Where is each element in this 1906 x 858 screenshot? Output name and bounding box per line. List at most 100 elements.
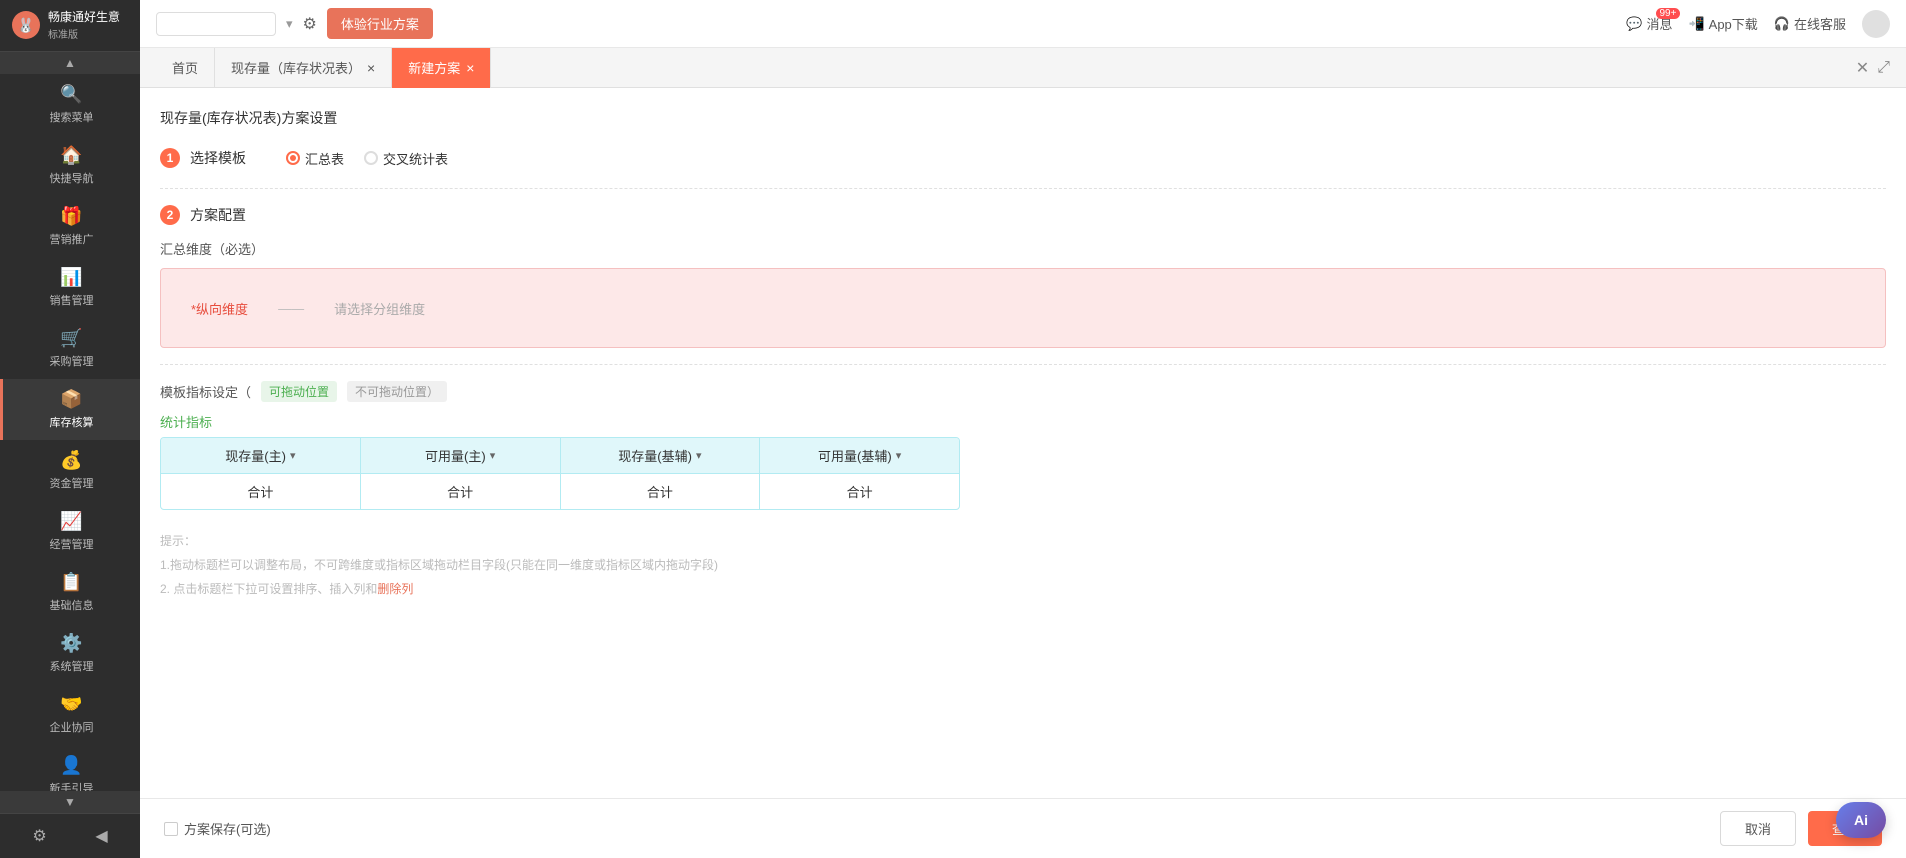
- app-name: 畅康通好生意: [48, 10, 120, 26]
- tab-new-scheme-label: 新建方案: [408, 58, 460, 77]
- save-checkbox[interactable]: 方案保存(可选): [164, 819, 271, 838]
- stats-cell-2-body: 合计: [361, 473, 561, 509]
- sidebar-label-operation: 经营管理: [50, 536, 94, 552]
- step1-title: 选择模板: [190, 148, 246, 168]
- stats-col-2[interactable]: 可用量(主) ▾: [361, 438, 561, 473]
- footer-collapse-btn[interactable]: ◀: [91, 822, 111, 850]
- sidebar-scroll-down[interactable]: ▼: [0, 791, 140, 813]
- tab-inventory[interactable]: 现存量（库存状况表） ×: [215, 48, 392, 88]
- sidebar-label-sales: 销售管理: [50, 292, 94, 308]
- tab-expand-btn[interactable]: ⤢: [1877, 58, 1890, 78]
- sidebar-item-enterprise[interactable]: 🤝 企业协同: [0, 684, 140, 745]
- stats-col-4-label: 可用量(基辅): [818, 446, 892, 465]
- stats-table-head: 现存量(主) ▾ 可用量(主) ▾ 现存量(基辅) ▾: [161, 438, 959, 473]
- stats-col-3[interactable]: 现存量(基辅) ▾: [561, 438, 761, 473]
- stats-col-1[interactable]: 现存量(主) ▾: [161, 438, 361, 473]
- gear-icon[interactable]: ⚙: [303, 14, 317, 34]
- sidebar-label-basic: 基础信息: [50, 597, 94, 613]
- tab-inventory-close[interactable]: ×: [367, 60, 375, 76]
- sidebar-item-sales[interactable]: 📊 销售管理: [0, 257, 140, 318]
- app-logo: 🐰 畅康通好生意 标准版: [0, 0, 140, 52]
- radio-cross-dot: [364, 151, 378, 165]
- user-avatar[interactable]: [1862, 10, 1890, 38]
- step2-section: 2 方案配置 汇总维度（必选） *纵向维度 —— 请选择分组维度 模板指标设定（…: [160, 205, 1886, 601]
- col4-chevron-icon[interactable]: ▾: [896, 449, 902, 462]
- col2-chevron-icon[interactable]: ▾: [490, 449, 496, 462]
- app-download-label: App下载: [1709, 14, 1758, 33]
- page-title: 现存量(库存状况表)方案设置: [160, 108, 1886, 128]
- template-summary[interactable]: 汇总表: [286, 149, 344, 168]
- save-label: 方案保存(可选): [184, 819, 271, 838]
- ai-fab-button[interactable]: Ai: [1836, 802, 1886, 838]
- save-checkbox-box: [164, 822, 178, 836]
- sidebar-item-inventory[interactable]: 📦 库存核算: [0, 379, 140, 440]
- home-icon: 🏠: [60, 145, 82, 166]
- sidebar-label-system: 系统管理: [50, 658, 94, 674]
- dimension-placeholder: 请选择分组维度: [334, 299, 425, 318]
- tip-2-num: 2. 点击标题栏下拉可设置排序、插入列和删除列: [160, 577, 413, 601]
- step1-header: 1 选择模板 汇总表 交叉统计表: [160, 148, 1886, 168]
- trial-btn[interactable]: 体验行业方案: [327, 8, 433, 39]
- sidebar-item-finance[interactable]: 💰 资金管理: [0, 440, 140, 501]
- content-inner: 现存量(库存状况表)方案设置 1 选择模板 汇总表 交叉统计表: [140, 88, 1906, 798]
- template-summary-label: 汇总表: [305, 149, 344, 168]
- sidebar-label-search: 搜索菜单: [50, 109, 94, 125]
- tab-home-label: 首页: [172, 58, 198, 77]
- sidebar-item-home[interactable]: 🏠 快捷导航: [0, 135, 140, 196]
- template-options: 汇总表 交叉统计表: [286, 149, 448, 168]
- chevron-down-icon[interactable]: ▾: [286, 16, 293, 32]
- page-content: 现存量(库存状况表)方案设置 1 选择模板 汇总表 交叉统计表: [140, 88, 1906, 798]
- sidebar-item-purchase[interactable]: 🛒 采购管理: [0, 318, 140, 379]
- template-cross[interactable]: 交叉统计表: [364, 149, 448, 168]
- tips: 提示： 1.拖动标题栏可以调整布局，不可跨维度或指标区域拖动栏目字段(只能在同一…: [160, 529, 1886, 601]
- tab-home[interactable]: 首页: [156, 48, 215, 88]
- sidebar-item-operation[interactable]: 📈 经营管理: [0, 501, 140, 562]
- sidebar-footer: ⚙ ◀: [0, 813, 140, 858]
- step2-title: 方案配置: [190, 205, 246, 225]
- message-badge: 99+: [1656, 8, 1681, 19]
- sidebar-label-marketing: 营销推广: [50, 231, 94, 247]
- dimension-divider: ——: [278, 301, 304, 316]
- sidebar-label-inventory: 库存核算: [50, 414, 94, 430]
- cart-icon: 🛒: [60, 328, 82, 349]
- bottom-bar: 方案保存(可选) 取消 查询: [140, 798, 1906, 858]
- sidebar-item-guide[interactable]: 👤 新手引导: [0, 745, 140, 791]
- sidebar-label-finance: 资金管理: [50, 475, 94, 491]
- main-content: ▾ ⚙ 体验行业方案 💬 消息 99+ 📲 App下载 🎧 在线客服 首页: [140, 0, 1906, 858]
- step2-header: 2 方案配置: [160, 205, 1886, 225]
- sidebar-scroll-up[interactable]: ▲: [0, 52, 140, 74]
- sidebar-item-basic[interactable]: 📋 基础信息: [0, 562, 140, 623]
- movable-tag: 可拖动位置: [261, 381, 337, 402]
- settings-icon: ⚙️: [60, 633, 82, 654]
- tab-new-scheme[interactable]: 新建方案 ×: [392, 48, 491, 88]
- sidebar-label-enterprise: 企业协同: [50, 719, 94, 735]
- stats-col-1-label: 现存量(主): [225, 446, 286, 465]
- sidebar-item-search[interactable]: 🔍 搜索菜单: [0, 74, 140, 135]
- tab-new-scheme-close[interactable]: ×: [466, 60, 474, 76]
- footer-settings-btn[interactable]: ⚙: [28, 822, 50, 850]
- sidebar-item-system[interactable]: ⚙️ 系统管理: [0, 623, 140, 684]
- list-icon: 📋: [60, 572, 82, 593]
- tab-collapse-btn[interactable]: ✕: [1856, 58, 1869, 78]
- online-service-label: 在线客服: [1794, 14, 1846, 33]
- tab-inventory-label: 现存量（库存状况表）: [231, 58, 361, 77]
- message-btn[interactable]: 💬 消息 99+: [1626, 14, 1672, 33]
- step1-section: 1 选择模板 汇总表 交叉统计表: [160, 148, 1886, 168]
- stats-cell-4-body: 合计: [760, 473, 959, 509]
- radio-summary-dot: [286, 151, 300, 165]
- app-subtitle: 标准版: [48, 26, 120, 41]
- stats-col-4[interactable]: 可用量(基辅) ▾: [760, 438, 959, 473]
- scheme-search-input[interactable]: [156, 12, 276, 36]
- sidebar-item-marketing[interactable]: 🎁 营销推广: [0, 196, 140, 257]
- user-icon: 👤: [60, 755, 82, 776]
- col1-chevron-icon[interactable]: ▾: [290, 449, 296, 462]
- cancel-button[interactable]: 取消: [1720, 811, 1796, 846]
- dimension-area[interactable]: *纵向维度 —— 请选择分组维度: [160, 268, 1886, 348]
- sidebar-nav: 🔍 搜索菜单 🏠 快捷导航 🎁 营销推广 📊 销售管理 🛒 采购管理 📦 库存核…: [0, 74, 140, 791]
- app-download-btn[interactable]: 📲 App下载: [1688, 14, 1757, 33]
- download-icon: 📲: [1688, 16, 1704, 32]
- col3-chevron-icon[interactable]: ▾: [696, 449, 702, 462]
- template-cross-label: 交叉统计表: [383, 149, 448, 168]
- online-service-btn[interactable]: 🎧 在线客服: [1774, 14, 1846, 33]
- box-icon: 📦: [60, 389, 82, 410]
